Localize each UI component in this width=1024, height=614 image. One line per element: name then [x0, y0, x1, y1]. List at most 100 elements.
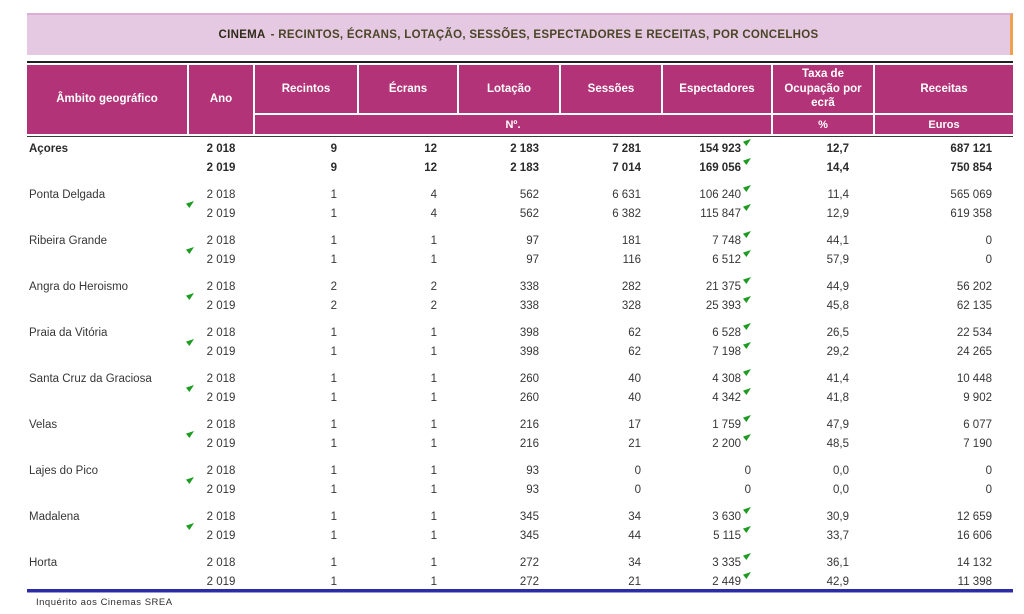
cell-espectadores: 3 630 [663, 507, 771, 527]
table-row: 2 019 9 12 2 183 7 014 169 056 14,4 750 854 [27, 158, 1013, 178]
cell-receitas: 22 534 [956, 327, 992, 339]
table-row: 2 019 1 4 562 6 382 115 847 12,9 619 358 [27, 201, 1013, 224]
cell-espectadores: 154 923 [663, 139, 771, 159]
cell-recintos: 1 [330, 373, 337, 385]
cell-receitas: 0 [985, 465, 992, 477]
column-header-espectadores: Espectadores [663, 65, 771, 113]
cell-lotacao: 97 [526, 235, 539, 247]
column-header-sessoes: Sessões [561, 65, 661, 113]
cell-concelho-name [27, 481, 187, 500]
cell-recintos: 1 [330, 235, 337, 247]
cell-lotacao: 338 [519, 300, 539, 312]
cell-recintos: 1 [330, 484, 337, 496]
concelho-group: Angra do Heroismo 2 018 2 2 338 282 21 375 44,9… [27, 277, 1013, 316]
table-row: 2 019 1 1 93 0 0 0,0 0 [27, 477, 1013, 500]
cell-espectadores: 0 [663, 481, 771, 500]
espectadores-value: 21 375 [705, 281, 741, 293]
cell-recintos: 1 [330, 327, 337, 339]
cell-ecrans: 1 [430, 557, 437, 569]
table-row: 2 019 1 1 260 40 4 342 41,8 9 902 [27, 385, 1013, 408]
cell-taxa-ocupacao: 44,9 [826, 281, 849, 293]
unit-header-numero: Nº. [255, 115, 771, 134]
cell-ano: 2 019 [186, 339, 253, 362]
espectadores-value: 0 [744, 484, 751, 496]
cell-lotacao: 97 [526, 254, 539, 266]
concelho-group: Ribeira Grande 2 018 1 1 97 181 7 748 44,1 0 2 01… [27, 231, 1013, 270]
cell-lotacao: 272 [519, 557, 539, 569]
cell-receitas: 9 902 [963, 392, 992, 404]
table-row: 2 019 1 1 97 116 6 512 57,9 0 [27, 247, 1013, 270]
source-note: Inquérito aos Cinemas SREA [36, 597, 173, 608]
cell-receitas: 0 [985, 254, 992, 266]
cell-concelho-name [27, 205, 187, 224]
espectadores-value: 25 393 [705, 300, 741, 312]
cell-sessoes: 34 [628, 557, 641, 569]
table-header: Âmbito geográfico Ano Recintos Écrans Lo… [27, 61, 1013, 137]
column-header-lotacao: Lotação [459, 65, 559, 113]
cell-espectadores: 0 [663, 462, 771, 481]
cell-ano: 2 018 [189, 278, 253, 297]
cell-ecrans: 2 [430, 281, 437, 293]
cell-ano: 2 018 [189, 186, 253, 205]
cell-ano: 2 019 [186, 201, 253, 224]
cell-sessoes: 181 [621, 235, 641, 247]
cell-receitas: 565 069 [950, 189, 992, 201]
cell-espectadores: 169 056 [663, 158, 771, 178]
cell-lotacao: 93 [526, 465, 539, 477]
cell-ecrans: 1 [430, 235, 437, 247]
cell-sessoes: 6 631 [612, 189, 641, 201]
cell-lotacao: 398 [519, 327, 539, 339]
table-row: Ponta Delgada 2 018 1 4 562 6 631 106 240 11,4 5… [27, 185, 1013, 205]
cell-receitas: 16 606 [956, 530, 992, 542]
cell-sessoes: 328 [621, 300, 641, 312]
cell-taxa-ocupacao: 45,8 [826, 300, 849, 312]
cell-receitas: 6 077 [963, 419, 992, 431]
table-row: 2 019 1 1 398 62 7 198 29,2 24 265 [27, 339, 1013, 362]
cell-ano: 2 018 [189, 508, 253, 527]
cell-taxa-ocupacao: 41,8 [826, 392, 849, 404]
cell-sessoes: 0 [634, 484, 641, 496]
cell-concelho-name: Santa Cruz da Graciosa [29, 373, 152, 385]
espectadores-value: 3 335 [712, 557, 741, 569]
cell-sessoes: 17 [628, 419, 641, 431]
cell-lotacao: 216 [519, 438, 539, 450]
espectadores-value: 4 308 [712, 373, 741, 385]
table-title-bar: CINEMA - RECINTOS, ÉCRANS, LOTAÇÃO, SESS… [27, 13, 1013, 55]
espectadores-value: 7 198 [712, 346, 741, 358]
table-body: Açores 2 018 9 12 2 183 7 281 154 923 12,7 687 1… [27, 139, 1013, 592]
cell-sessoes: 0 [634, 465, 641, 477]
cell-lotacao: 338 [519, 281, 539, 293]
cell-ecrans: 4 [430, 189, 437, 201]
espectadores-value: 2 449 [712, 576, 741, 588]
cell-ecrans: 1 [430, 465, 437, 477]
cell-concelho-name [27, 343, 187, 362]
concelho-group: Velas 2 018 1 1 216 17 1 759 47,9 6 077 2 019 1 1 21… [27, 415, 1013, 454]
cell-taxa-ocupacao: 41,4 [826, 373, 849, 385]
cell-recintos: 1 [330, 419, 337, 431]
cell-espectadores: 6 512 [663, 250, 771, 270]
cell-receitas: 687 121 [950, 143, 992, 155]
column-header-taxa-ocupacao: Taxa de Ocupação por ecrã [773, 65, 873, 113]
concelho-group: Ponta Delgada 2 018 1 4 562 6 631 106 240 11,4 5… [27, 185, 1013, 224]
cell-ano: 2 018 [189, 462, 253, 481]
ano-value: 2 019 [206, 530, 236, 542]
espectadores-value: 169 056 [699, 162, 741, 174]
cell-concelho-name: Madalena [29, 511, 80, 523]
concelho-group: Madalena 2 018 1 1 345 34 3 630 30,9 12 659 2 019… [27, 507, 1013, 546]
table-row: Angra do Heroismo 2 018 2 2 338 282 21 375 44,9… [27, 277, 1013, 297]
cell-ano: 2 019 [186, 247, 253, 270]
cell-lotacao: 93 [526, 484, 539, 496]
green-flag-icon [743, 277, 751, 284]
cell-recintos: 1 [330, 254, 337, 266]
espectadores-value: 7 748 [712, 235, 741, 247]
ano-value: 2 019 [206, 438, 236, 450]
cell-recintos: 2 [330, 281, 337, 293]
cell-receitas: 62 135 [956, 300, 992, 312]
cell-taxa-ocupacao: 48,5 [826, 438, 849, 450]
cell-taxa-ocupacao: 47,9 [826, 419, 849, 431]
ano-value: 2 019 [206, 208, 236, 220]
concelho-group: Santa Cruz da Graciosa 2 018 1 1 260 40 4 308 4… [27, 369, 1013, 408]
cell-ecrans: 2 [430, 300, 437, 312]
cell-ecrans: 1 [430, 327, 437, 339]
cell-receitas: 14 132 [956, 557, 992, 569]
